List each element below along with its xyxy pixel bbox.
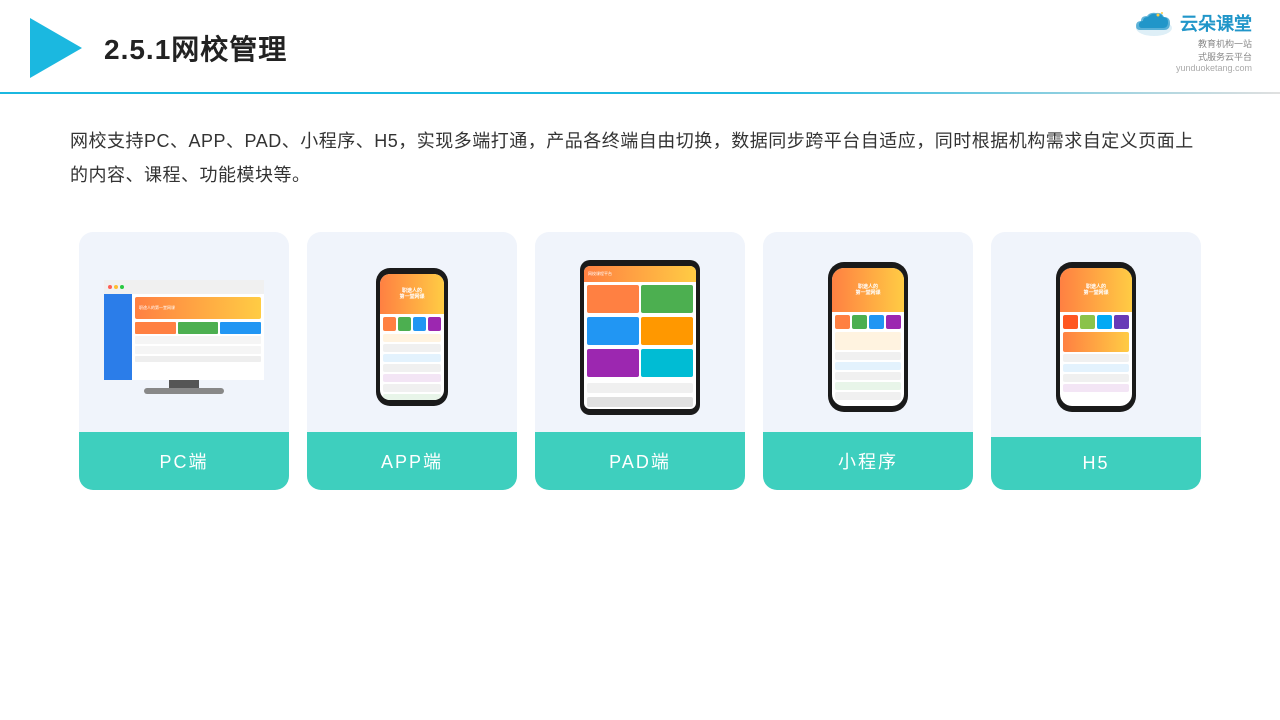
- logo-triangle-icon: [30, 18, 82, 78]
- h5-image-area: 职途人的第一堂网课: [991, 232, 1201, 432]
- brand-url: yunduoketang.com: [1176, 63, 1252, 73]
- cloud-icon: [1132, 8, 1176, 38]
- pc-label: PC端: [79, 432, 289, 490]
- pad-image-area: 网校课程平台: [535, 232, 745, 432]
- app-label: APP端: [307, 432, 517, 490]
- tablet-device-mock: 网校课程平台: [580, 260, 700, 415]
- h5-phone-mock: 职途人的第一堂网课: [1056, 262, 1136, 412]
- app-card: 职途人的第一堂网课: [307, 232, 517, 490]
- device-cards-section: 职途人的第一堂网课: [0, 202, 1280, 490]
- brand-name: 云朵课堂: [1180, 10, 1252, 36]
- phone-device-mock: 职途人的第一堂网课: [376, 268, 448, 406]
- app-image-area: 职途人的第一堂网课: [307, 232, 517, 432]
- brand-logo: 云朵课堂 教育机构一站式服务云平台 yunduoketang.com: [1132, 8, 1252, 73]
- miniapp-image-area: 职途人的第一堂网课: [763, 232, 973, 432]
- description-text: 网校支持PC、APP、PAD、小程序、H5，实现多端打通，产品各终端自由切换，数…: [0, 94, 1280, 202]
- miniapp-phone-mock: 职途人的第一堂网课: [828, 262, 908, 412]
- miniapp-card: 职途人的第一堂网课: [763, 232, 973, 490]
- header: 2.5.1网校管理 云朵课堂 教育机构一站式服务云平台 yunduoketang…: [0, 0, 1280, 78]
- h5-card: 职途人的第一堂网课: [991, 232, 1201, 490]
- pad-label: PAD端: [535, 432, 745, 490]
- miniapp-label: 小程序: [763, 432, 973, 490]
- pad-card: 网校课程平台: [535, 232, 745, 490]
- pc-card: 职途人的第一堂网课: [79, 232, 289, 490]
- pc-image-area: 职途人的第一堂网课: [79, 232, 289, 432]
- page-title: 2.5.1网校管理: [104, 28, 287, 68]
- h5-label: H5: [991, 437, 1201, 490]
- brand-tagline: 教育机构一站式服务云平台: [1198, 38, 1252, 63]
- pc-device-mock: 职途人的第一堂网课: [104, 280, 264, 394]
